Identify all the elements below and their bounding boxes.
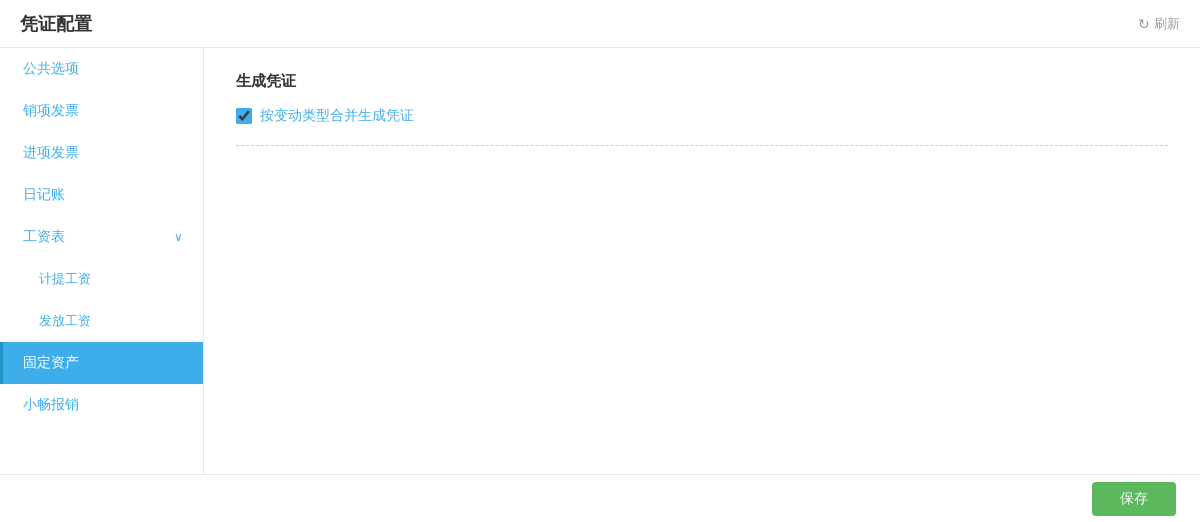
refresh-label: 刷新 <box>1154 15 1180 33</box>
chevron-down-icon: ∨ <box>174 230 183 244</box>
header: 凭证配置 ↻ 刷新 <box>0 0 1200 48</box>
page-title: 凭证配置 <box>20 12 92 36</box>
sidebar-item-expense-reimbursement[interactable]: 小畅报销 <box>0 384 203 426</box>
body: 公共选项 销项发票 进项发票 日记账 工资表 ∨ 计提工资 <box>0 48 1200 474</box>
refresh-button[interactable]: ↻ 刷新 <box>1138 15 1180 33</box>
main-content: 生成凭证 按变动类型合并生成凭证 <box>204 48 1200 474</box>
sidebar-item-journal[interactable]: 日记账 <box>0 174 203 216</box>
refresh-icon: ↻ <box>1138 16 1150 32</box>
page-wrapper: 凭证配置 ↻ 刷新 公共选项 销项发票 进项发票 日记账 <box>0 0 1200 522</box>
sidebar-item-commission[interactable]: 计提工资 <box>0 258 203 300</box>
section-divider <box>236 145 1168 146</box>
sidebar: 公共选项 销项发票 进项发票 日记账 工资表 ∨ 计提工资 <box>0 48 204 474</box>
footer: 保存 <box>0 474 1200 522</box>
merge-by-type-checkbox[interactable] <box>236 108 252 124</box>
sidebar-item-sales-invoice[interactable]: 销项发票 <box>0 90 203 132</box>
sidebar-item-label: 发放工资 <box>39 312 91 330</box>
sidebar-item-public-options[interactable]: 公共选项 <box>0 48 203 90</box>
sidebar-item-label: 工资表 <box>23 228 65 246</box>
sidebar-item-label: 销项发票 <box>23 102 79 120</box>
section-title: 生成凭证 <box>236 72 1168 91</box>
save-button[interactable]: 保存 <box>1092 482 1176 516</box>
checkbox-row: 按变动类型合并生成凭证 <box>236 107 1168 125</box>
sidebar-item-label: 固定资产 <box>23 354 79 372</box>
sidebar-item-label: 公共选项 <box>23 60 79 78</box>
sidebar-item-payroll-table[interactable]: 工资表 ∨ <box>0 216 203 258</box>
sidebar-item-label: 小畅报销 <box>23 396 79 414</box>
sidebar-item-purchase-invoice[interactable]: 进项发票 <box>0 132 203 174</box>
sidebar-item-label: 进项发票 <box>23 144 79 162</box>
sidebar-item-pay-salary[interactable]: 发放工资 <box>0 300 203 342</box>
sidebar-item-label: 计提工资 <box>39 270 91 288</box>
sidebar-item-fixed-assets[interactable]: 固定资产 <box>0 342 203 384</box>
sidebar-item-label: 日记账 <box>23 186 65 204</box>
merge-by-type-label[interactable]: 按变动类型合并生成凭证 <box>260 107 414 125</box>
